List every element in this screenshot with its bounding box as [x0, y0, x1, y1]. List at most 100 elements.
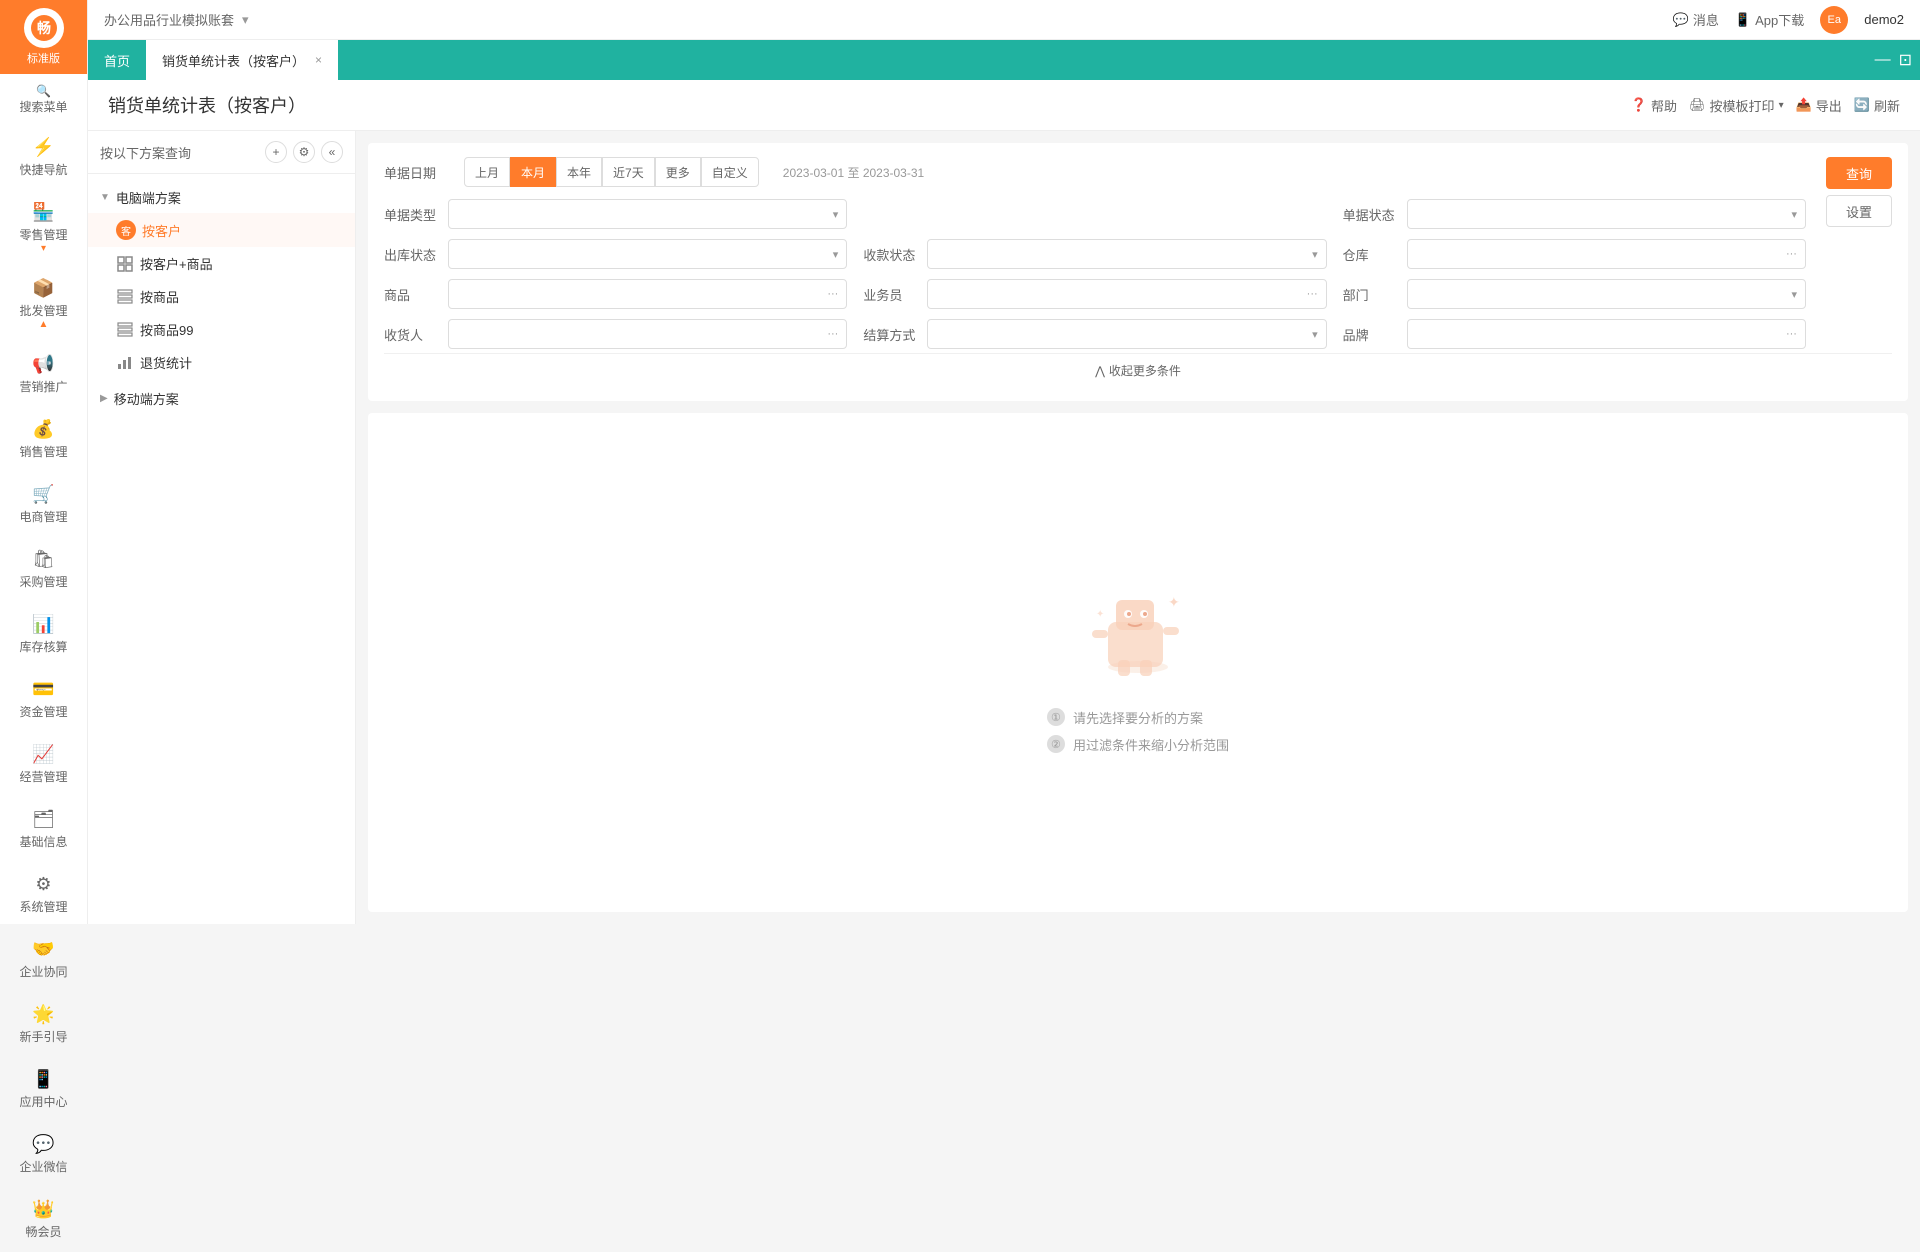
- collapse-icon: ⋀: [1095, 364, 1105, 378]
- order-status-label: 单据状态: [1343, 205, 1399, 224]
- tree-child-by-customer[interactable]: 客 按客户: [88, 213, 355, 247]
- dept-input[interactable]: ▾: [1407, 279, 1806, 309]
- date-btn-last-month[interactable]: 上月: [464, 157, 510, 187]
- refresh-icon: 🔄: [1854, 97, 1870, 113]
- date-btn-7days[interactable]: 近7天: [602, 157, 655, 187]
- tab-bar-right: — ⊡: [1875, 50, 1920, 70]
- sidebar-item-quick-nav[interactable]: ⚡ 快捷导航: [0, 125, 87, 190]
- user-name[interactable]: demo2: [1864, 12, 1904, 27]
- enterprise-icon: 🤝: [32, 939, 54, 960]
- guide-icon: 🌟: [32, 1004, 54, 1025]
- sidebar-item-member[interactable]: 👑 畅会员: [0, 1187, 87, 1252]
- salesperson-more-icon: ···: [1307, 288, 1318, 300]
- sidebar-item-base[interactable]: 🗂 基础信息: [0, 797, 87, 862]
- sidebar-item-wholesale[interactable]: 📦 批发管理 ▲: [0, 266, 87, 342]
- date-range: 2023-03-01 至 2023-03-31: [783, 164, 924, 181]
- customer-icon: 客: [116, 220, 136, 240]
- order-status-input[interactable]: ▾: [1407, 199, 1806, 229]
- receiver-input[interactable]: ···: [448, 319, 847, 349]
- finance-icon: 💳: [32, 679, 54, 700]
- filter-brand: 品牌 ···: [1343, 319, 1806, 349]
- print-arrow-icon: ▾: [1779, 100, 1784, 111]
- logo-area[interactable]: 畅 标准版: [0, 0, 87, 74]
- panel-settings-btn[interactable]: ⚙: [293, 141, 315, 163]
- settings-btn[interactable]: 设置: [1826, 195, 1892, 227]
- marketing-icon: 📢: [32, 354, 54, 375]
- tab-active[interactable]: 销货单统计表（按客户） ×: [146, 40, 338, 80]
- tab-maximize-btn[interactable]: ⊡: [1899, 50, 1912, 70]
- sidebar-item-search[interactable]: 🔍 搜索菜单: [0, 74, 87, 125]
- sidebar-item-marketing[interactable]: 📢 营销推广: [0, 342, 87, 407]
- collapse-bar[interactable]: ⋀ 收起更多条件: [384, 353, 1892, 387]
- page-header: 销货单统计表（按客户） ❓ 帮助 🖨 按模板打印 ▾ 📤 导出 🔄 刷新: [88, 80, 1920, 131]
- tree-child-by-goods[interactable]: 按商品: [88, 280, 355, 313]
- app-download-btn[interactable]: 📱 App下载: [1735, 10, 1804, 29]
- tab-close-icon[interactable]: ×: [315, 53, 322, 67]
- brand-input[interactable]: ···: [1407, 319, 1806, 349]
- tree-child-by-goods99[interactable]: 按商品99: [88, 313, 355, 346]
- sidebar-item-purchase[interactable]: 🛍 采购管理: [0, 537, 87, 602]
- filter-warehouse: 仓库 ···: [1343, 239, 1806, 269]
- app-title-arrow[interactable]: ▾: [242, 12, 249, 28]
- date-btn-this-year[interactable]: 本年: [556, 157, 602, 187]
- print-btn[interactable]: 🖨 按模板打印 ▾: [1689, 96, 1784, 115]
- filter-grid: 单据类型 ▾ 单据状态: [384, 199, 1806, 349]
- tab-home[interactable]: 首页: [88, 40, 146, 80]
- order-type-label: 单据类型: [384, 205, 440, 224]
- panel-collapse-btn[interactable]: «: [321, 141, 343, 163]
- order-type-input[interactable]: ▾: [448, 199, 847, 229]
- tree-child-by-customer-goods[interactable]: 按客户+商品: [88, 247, 355, 280]
- goods-input[interactable]: ···: [448, 279, 847, 309]
- collect-status-arrow: ▾: [1312, 248, 1318, 261]
- filter-row-1: 单据日期 上月 本月 本年 近7天 更多 自定义 2023-03-01 至 20…: [384, 157, 1892, 349]
- member-icon: 👑: [32, 1199, 54, 1220]
- date-btn-this-month[interactable]: 本月: [510, 157, 556, 187]
- help-btn[interactable]: ❓ 帮助: [1631, 96, 1677, 115]
- logo-text: 标准版: [27, 50, 60, 66]
- sidebar-item-system[interactable]: ⚙ 系统管理: [0, 862, 87, 927]
- filter-action-buttons: 查询 设置: [1826, 157, 1892, 227]
- refresh-btn[interactable]: 🔄 刷新: [1854, 96, 1900, 115]
- query-btn[interactable]: 查询: [1826, 157, 1892, 189]
- dept-label: 部门: [1343, 285, 1399, 304]
- filter-date-group: 单据日期 上月 本月 本年 近7天 更多 自定义 2023-03-01 至 20…: [384, 157, 1806, 349]
- tree-child-returns[interactable]: 退货统计: [88, 346, 355, 379]
- sidebar-item-finance[interactable]: 💳 资金管理: [0, 667, 87, 732]
- payment-input[interactable]: ▾: [927, 319, 1326, 349]
- tree-parent-mobile[interactable]: ▶ 移动端方案: [88, 383, 355, 414]
- goods-label: 商品: [384, 285, 440, 304]
- out-status-input[interactable]: ▾: [448, 239, 847, 269]
- collect-status-input[interactable]: ▾: [927, 239, 1326, 269]
- export-btn[interactable]: 📤 导出: [1796, 96, 1842, 115]
- empty-tip-1: ① 请先选择要分析的方案: [1047, 708, 1229, 727]
- panel-add-btn[interactable]: +: [265, 141, 287, 163]
- tree-parent-desktop[interactable]: ▼ 电脑端方案: [88, 182, 355, 213]
- brand-more-icon: ···: [1786, 328, 1797, 340]
- sidebar-item-sales[interactable]: 💰 销售管理: [0, 407, 87, 472]
- sidebar-item-operations[interactable]: 📈 经营管理: [0, 732, 87, 797]
- filter-order-status: 单据状态 ▾: [1343, 199, 1806, 229]
- sidebar-item-inventory[interactable]: 📊 库存核算: [0, 602, 87, 667]
- tip-num-1: ①: [1047, 708, 1065, 726]
- filter-dept: 部门 ▾: [1343, 279, 1806, 309]
- salesperson-input[interactable]: ···: [927, 279, 1326, 309]
- retail-icon: 🏪: [32, 202, 54, 223]
- date-btn-custom[interactable]: 自定义: [701, 157, 759, 187]
- returns-icon: [116, 354, 134, 372]
- tab-minimize-btn[interactable]: —: [1875, 51, 1891, 69]
- warehouse-input[interactable]: ···: [1407, 239, 1806, 269]
- body-area: 按以下方案查询 + ⚙ « ▼ 电脑端方案 客: [88, 131, 1920, 924]
- date-btn-more[interactable]: 更多: [655, 157, 701, 187]
- sidebar-item-retail[interactable]: 🏪 零售管理 ▾: [0, 190, 87, 266]
- sidebar-item-guide[interactable]: 🌟 新手引导: [0, 992, 87, 1057]
- download-icon: 📱: [1735, 12, 1751, 28]
- export-icon: 📤: [1796, 97, 1812, 113]
- message-btn[interactable]: 💬 消息: [1673, 10, 1719, 29]
- filter-payment: 结算方式 ▾: [863, 319, 1326, 349]
- sidebar-item-enterprise[interactable]: 🤝 企业协同: [0, 927, 87, 992]
- sidebar-item-wechat[interactable]: 💬 企业微信: [0, 1122, 87, 1187]
- sidebar-item-apps[interactable]: 📱 应用中心: [0, 1057, 87, 1122]
- brand-label: 品牌: [1343, 325, 1399, 344]
- empty-tips: ① 请先选择要分析的方案 ② 用过滤条件来缩小分析范围: [1047, 708, 1229, 754]
- sidebar-item-ecommerce[interactable]: 🛒 电商管理: [0, 472, 87, 537]
